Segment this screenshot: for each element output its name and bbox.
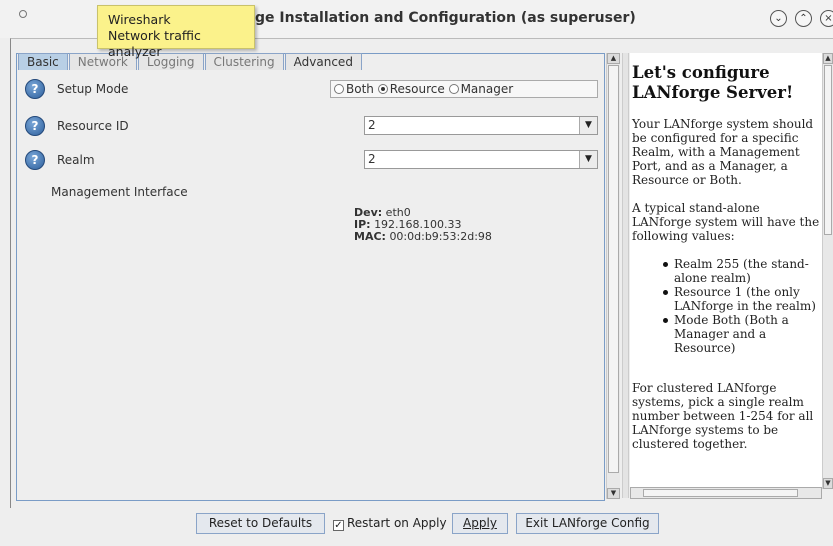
tab-advanced[interactable]: Advanced bbox=[284, 53, 362, 70]
list-item: Mode Both (Both a Manager and a Resource… bbox=[663, 313, 820, 355]
resource-id-help-icon[interactable]: ? bbox=[25, 116, 45, 136]
mac-label: MAC: bbox=[354, 230, 386, 243]
apply-label: Apply bbox=[463, 516, 497, 530]
scroll-up-icon[interactable]: ▲ bbox=[607, 53, 620, 64]
help-panel: Let's configure LANforge Server! Your LA… bbox=[630, 53, 822, 489]
chevron-down-icon[interactable]: ▼ bbox=[579, 117, 597, 134]
exit-lanforge-config-button[interactable]: Exit LANforge Config bbox=[516, 513, 659, 534]
scroll-down-icon[interactable]: ▼ bbox=[823, 478, 833, 489]
realm-value: 2 bbox=[368, 152, 376, 166]
radio-resource-icon bbox=[377, 84, 388, 94]
help-heading: Let's configure LANforge Server! bbox=[632, 63, 794, 102]
setup-mode-label: Setup Mode bbox=[57, 82, 129, 96]
setup-mode-help-icon[interactable]: ? bbox=[25, 79, 45, 99]
help-panel-hscrollbar[interactable] bbox=[630, 487, 822, 499]
taskbar-tooltip: Wireshark Network traffic analyzer bbox=[97, 5, 255, 59]
help-panel-scrollbar[interactable]: ▲ ▼ bbox=[822, 53, 833, 489]
panel-splitter[interactable] bbox=[622, 53, 629, 498]
scroll-down-icon[interactable]: ▼ bbox=[607, 488, 620, 499]
scroll-up-icon[interactable]: ▲ bbox=[823, 53, 833, 64]
tab-basic[interactable]: Basic bbox=[18, 53, 68, 70]
realm-combo[interactable]: 2 ▼ bbox=[364, 150, 598, 169]
radio-resource-label: Resource bbox=[389, 82, 445, 96]
apply-button[interactable]: Apply bbox=[452, 513, 508, 534]
help-bullet-list: Realm 255 (the stand-alone realm) Resour… bbox=[632, 257, 820, 355]
chevron-down-icon[interactable]: ▼ bbox=[579, 151, 597, 168]
window-title: ge Installation and Configuration (as su… bbox=[255, 10, 636, 26]
management-interface-label: Management Interface bbox=[51, 185, 188, 199]
help-panel-scroll-thumb[interactable] bbox=[824, 65, 832, 235]
reset-to-defaults-button[interactable]: Reset to Defaults bbox=[196, 513, 325, 534]
window-menu-icon[interactable] bbox=[19, 10, 27, 18]
restart-on-apply-label: Restart on Apply bbox=[347, 516, 447, 530]
checkmark-icon[interactable]: ✓ bbox=[333, 520, 344, 531]
list-item: Resource 1 (the only LANforge in the rea… bbox=[663, 285, 820, 313]
help-panel-hscroll-thumb[interactable] bbox=[643, 489, 798, 497]
resource-id-combo[interactable]: 2 ▼ bbox=[364, 116, 598, 135]
tooltip-subtitle: Network traffic analyzer bbox=[108, 28, 201, 59]
mac-value: 00:0d:b9:53:2d:98 bbox=[389, 230, 492, 243]
close-button[interactable]: × bbox=[820, 10, 833, 27]
list-item: Realm 255 (the stand-alone realm) bbox=[663, 257, 820, 285]
radio-manager[interactable]: Manager bbox=[448, 82, 514, 96]
radio-manager-icon bbox=[448, 84, 459, 94]
radio-manager-label: Manager bbox=[460, 82, 514, 96]
maximize-button[interactable]: ⌃ bbox=[795, 10, 812, 27]
realm-help-icon[interactable]: ? bbox=[25, 150, 45, 170]
resource-id-label: Resource ID bbox=[57, 119, 129, 133]
resource-id-value: 2 bbox=[368, 118, 376, 132]
left-panel-scroll-thumb[interactable] bbox=[608, 65, 619, 473]
minimize-button[interactable]: ⌄ bbox=[770, 10, 787, 27]
radio-both-icon bbox=[334, 84, 344, 94]
radio-both[interactable]: Both bbox=[334, 82, 374, 96]
restart-on-apply-checkbox[interactable]: ✓ Restart on Apply bbox=[333, 516, 447, 531]
help-paragraph-2: A typical stand-alone LANforge system wi… bbox=[632, 201, 820, 243]
management-interface-info: Dev: eth0 IP: 192.168.100.33 MAC: 00:0d:… bbox=[354, 207, 492, 243]
radio-resource[interactable]: Resource bbox=[377, 82, 445, 96]
radio-both-label: Both bbox=[346, 82, 374, 96]
left-panel-scrollbar[interactable]: ▲ ▼ bbox=[606, 53, 620, 499]
help-paragraph-1: Your LANforge system should be configure… bbox=[632, 117, 814, 187]
help-paragraph-3: For clustered LANforge systems, pick a s… bbox=[632, 381, 814, 451]
tooltip-title: Wireshark bbox=[108, 12, 171, 27]
setup-mode-radio-group: Both Resource Manager bbox=[330, 80, 598, 98]
realm-label: Realm bbox=[57, 153, 95, 167]
